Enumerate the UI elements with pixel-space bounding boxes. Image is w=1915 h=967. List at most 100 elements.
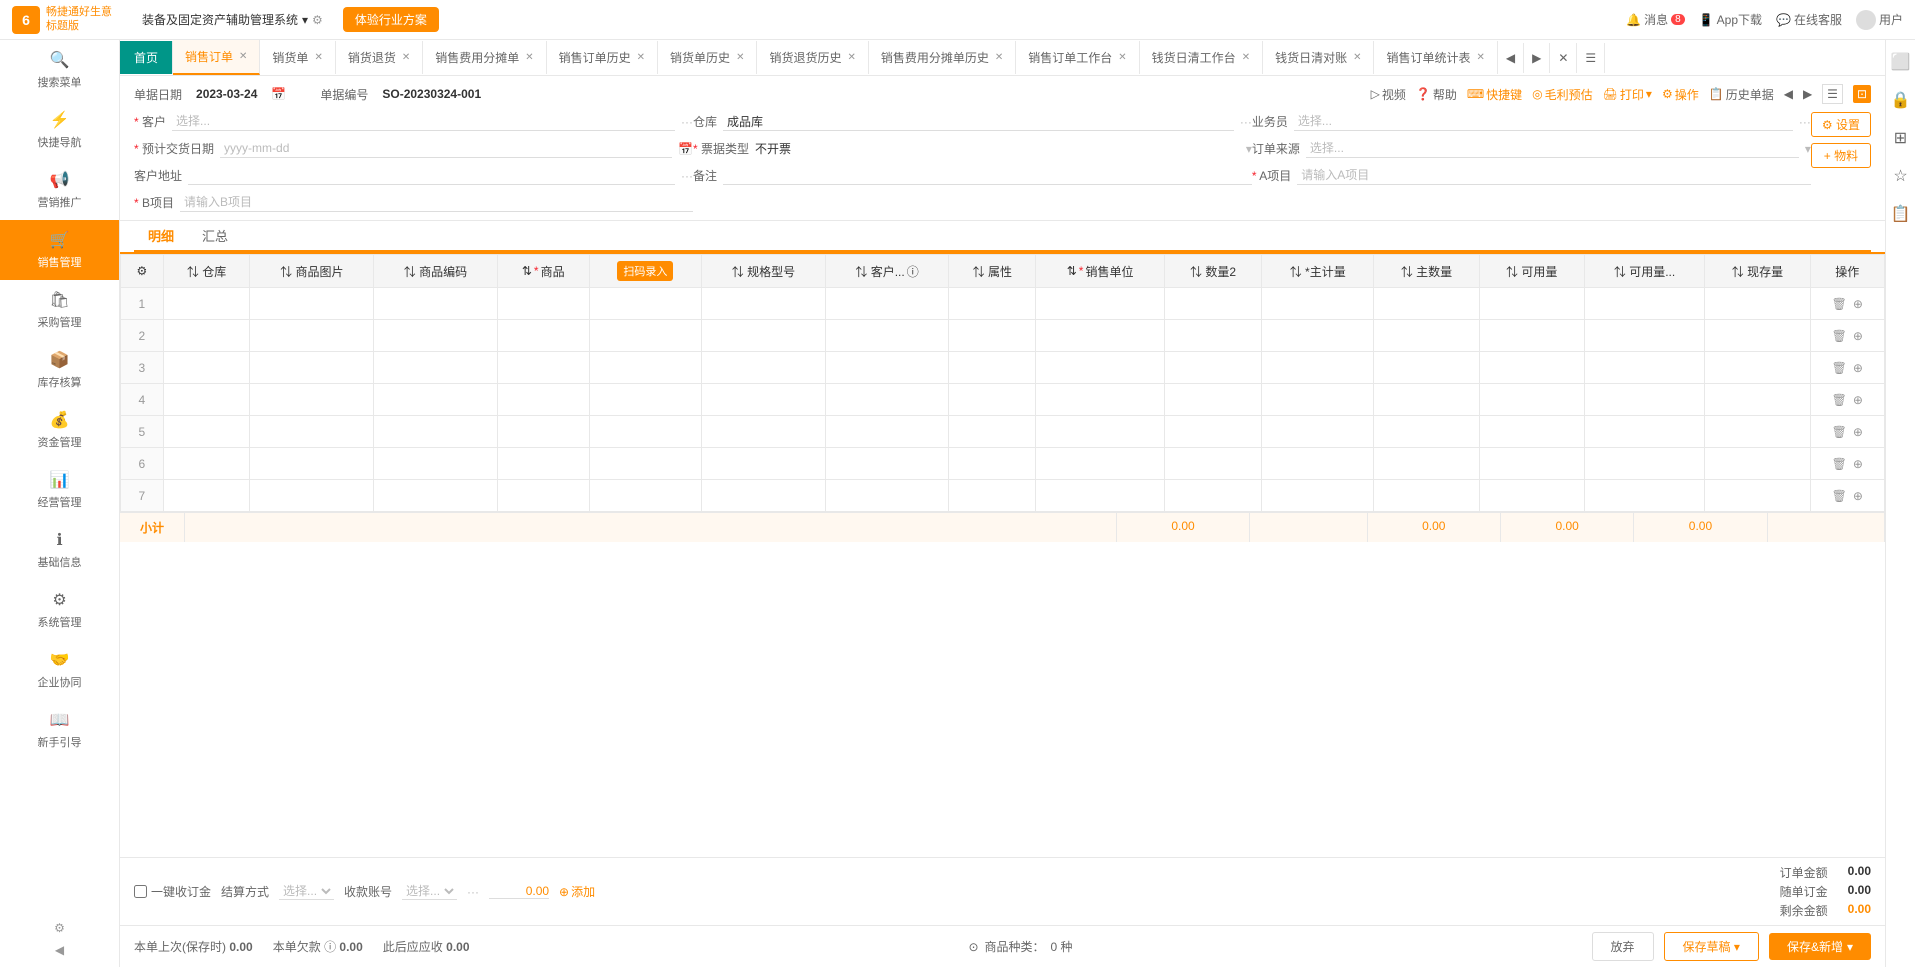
code-cell[interactable] <box>374 384 498 416</box>
unit-cell[interactable] <box>1036 480 1165 512</box>
tab-invoice-history[interactable]: 销货单历史 ✕ <box>658 41 757 74</box>
account-expand-icon[interactable]: ··· <box>467 885 479 899</box>
col-attr-header[interactable]: ⇅ 属性 <box>949 255 1036 288</box>
history-btn[interactable]: 📋 历史单据 <box>1709 86 1774 103</box>
right-panel-icon-3[interactable]: ⊞ <box>1890 124 1911 152</box>
unit-cell[interactable] <box>1036 320 1165 352</box>
qty2-cell[interactable] <box>1165 288 1262 320</box>
scan-cell[interactable] <box>589 352 701 384</box>
spec-cell[interactable] <box>702 416 826 448</box>
customer-code-cell[interactable] <box>825 288 949 320</box>
code-cell[interactable] <box>374 480 498 512</box>
customer-code-cell[interactable] <box>825 384 949 416</box>
customer-code-cell[interactable] <box>825 448 949 480</box>
right-panel-icon-1[interactable]: ⬜ <box>1887 48 1915 76</box>
main-qty-cell[interactable] <box>1374 480 1479 512</box>
sidebar-item-purchase[interactable]: 🛍 采购管理 <box>0 280 119 340</box>
app-download-item[interactable]: 📱 App下载 <box>1699 11 1762 28</box>
delivery-date-input[interactable] <box>220 139 672 158</box>
col-image-header[interactable]: ⇅ 商品图片 <box>250 255 374 288</box>
warehouse-cell[interactable] <box>163 320 250 352</box>
unit-cell[interactable] <box>1036 384 1165 416</box>
gear-icon[interactable]: ⚙ <box>312 13 323 27</box>
delivery-calendar-icon[interactable]: 📅 <box>678 142 693 156</box>
unit-cell[interactable] <box>1036 288 1165 320</box>
sidebar-item-search[interactable]: 🔍 搜索菜单 <box>0 40 119 100</box>
salesman-input[interactable] <box>1294 112 1793 131</box>
attr-cell[interactable] <box>949 352 1036 384</box>
available-cell[interactable] <box>1479 480 1584 512</box>
col-available-header[interactable]: ⇅ 可用量 <box>1479 255 1584 288</box>
customer-code-cell[interactable] <box>825 480 949 512</box>
sidebar-item-guide[interactable]: 📖 新手引导 <box>0 700 119 760</box>
deposit-checkbox[interactable] <box>134 885 147 898</box>
stock-cell[interactable] <box>1705 320 1810 352</box>
customer-code-cell[interactable] <box>825 320 949 352</box>
print-btn[interactable]: 🖨 打印 ▾ <box>1603 86 1652 103</box>
scan-cell[interactable] <box>589 288 701 320</box>
close-icon[interactable]: ✕ <box>525 52 533 63</box>
main-qty-cell[interactable] <box>1374 352 1479 384</box>
attr-cell[interactable] <box>949 384 1036 416</box>
code-cell[interactable] <box>374 448 498 480</box>
sidebar-item-sales[interactable]: 🛒 销售管理 <box>0 220 119 280</box>
available2-cell[interactable] <box>1584 384 1705 416</box>
operation-btn[interactable]: ⚙ 操作 <box>1662 86 1699 103</box>
qty2-cell[interactable] <box>1165 384 1262 416</box>
main-unit-cell[interactable] <box>1262 448 1374 480</box>
warehouse-cell[interactable] <box>163 384 250 416</box>
scan-cell[interactable] <box>589 480 701 512</box>
payment-method-select[interactable]: 选择... <box>279 883 334 900</box>
available2-cell[interactable] <box>1584 480 1705 512</box>
delete-row-icon[interactable]: 🗑 <box>1832 489 1847 503</box>
attr-cell[interactable] <box>949 320 1036 352</box>
available2-cell[interactable] <box>1584 288 1705 320</box>
prev-record-btn[interactable]: ◀ <box>1784 87 1793 101</box>
warehouse-cell[interactable] <box>163 480 250 512</box>
main-unit-cell[interactable] <box>1262 320 1374 352</box>
tab-sales-return[interactable]: 销货退货 ✕ <box>336 41 423 74</box>
spec-cell[interactable] <box>702 320 826 352</box>
user-item[interactable]: 用户 <box>1856 10 1903 30</box>
col-code-header[interactable]: ⇅ 商品编码 <box>374 255 498 288</box>
tab-return-history[interactable]: 销货退货历史 ✕ <box>757 41 868 74</box>
main-qty-cell[interactable] <box>1374 288 1479 320</box>
main-qty-cell[interactable] <box>1374 448 1479 480</box>
tab-sales-order-history[interactable]: 销售订单历史 ✕ <box>547 41 658 74</box>
delete-row-icon[interactable]: 🗑 <box>1832 457 1847 471</box>
customer-address-input[interactable] <box>188 166 675 185</box>
close-icon[interactable]: ✕ <box>402 52 410 63</box>
image-cell[interactable] <box>250 288 374 320</box>
action-cell[interactable]: 🗑 ⊕ <box>1810 480 1884 512</box>
warehouse-cell[interactable] <box>163 448 250 480</box>
calendar-icon[interactable]: 📅 <box>271 87 286 101</box>
copy-row-icon[interactable]: ⊕ <box>1853 297 1863 311</box>
action-cell[interactable]: 🗑 ⊕ <box>1810 288 1884 320</box>
code-cell[interactable] <box>374 416 498 448</box>
action-cell[interactable]: 🗑 ⊕ <box>1810 352 1884 384</box>
image-cell[interactable] <box>250 416 374 448</box>
main-unit-cell[interactable] <box>1262 384 1374 416</box>
add-material-button[interactable]: + 物料 <box>1811 143 1871 168</box>
tab-expense-history[interactable]: 销售费用分摊单历史 ✕ <box>869 41 1016 74</box>
sidebar-item-marketing[interactable]: 📢 营销推广 <box>0 160 119 220</box>
customer-code-cell[interactable] <box>825 416 949 448</box>
available-cell[interactable] <box>1479 320 1584 352</box>
scan-cell[interactable] <box>589 384 701 416</box>
copy-row-icon[interactable]: ⊕ <box>1853 393 1863 407</box>
spec-cell[interactable] <box>702 288 826 320</box>
sidebar-item-quicknav[interactable]: ⚡ 快捷导航 <box>0 100 119 160</box>
close-icon[interactable]: ✕ <box>314 52 322 63</box>
delete-row-icon[interactable]: 🗑 <box>1832 425 1847 439</box>
scan-cell[interactable] <box>589 448 701 480</box>
sidebar-item-operations[interactable]: 📊 经营管理 <box>0 460 119 520</box>
close-icon[interactable]: ✕ <box>1477 52 1485 63</box>
code-cell[interactable] <box>374 352 498 384</box>
save-new-button[interactable]: 保存&新增 ▾ <box>1769 933 1871 960</box>
available2-cell[interactable] <box>1584 448 1705 480</box>
main-unit-cell[interactable] <box>1262 352 1374 384</box>
stock-cell[interactable] <box>1705 448 1810 480</box>
customer-input[interactable] <box>172 112 675 131</box>
main-unit-cell[interactable] <box>1262 416 1374 448</box>
col-customer-code-header[interactable]: ⇅ 客户... ⓘ <box>825 255 949 288</box>
